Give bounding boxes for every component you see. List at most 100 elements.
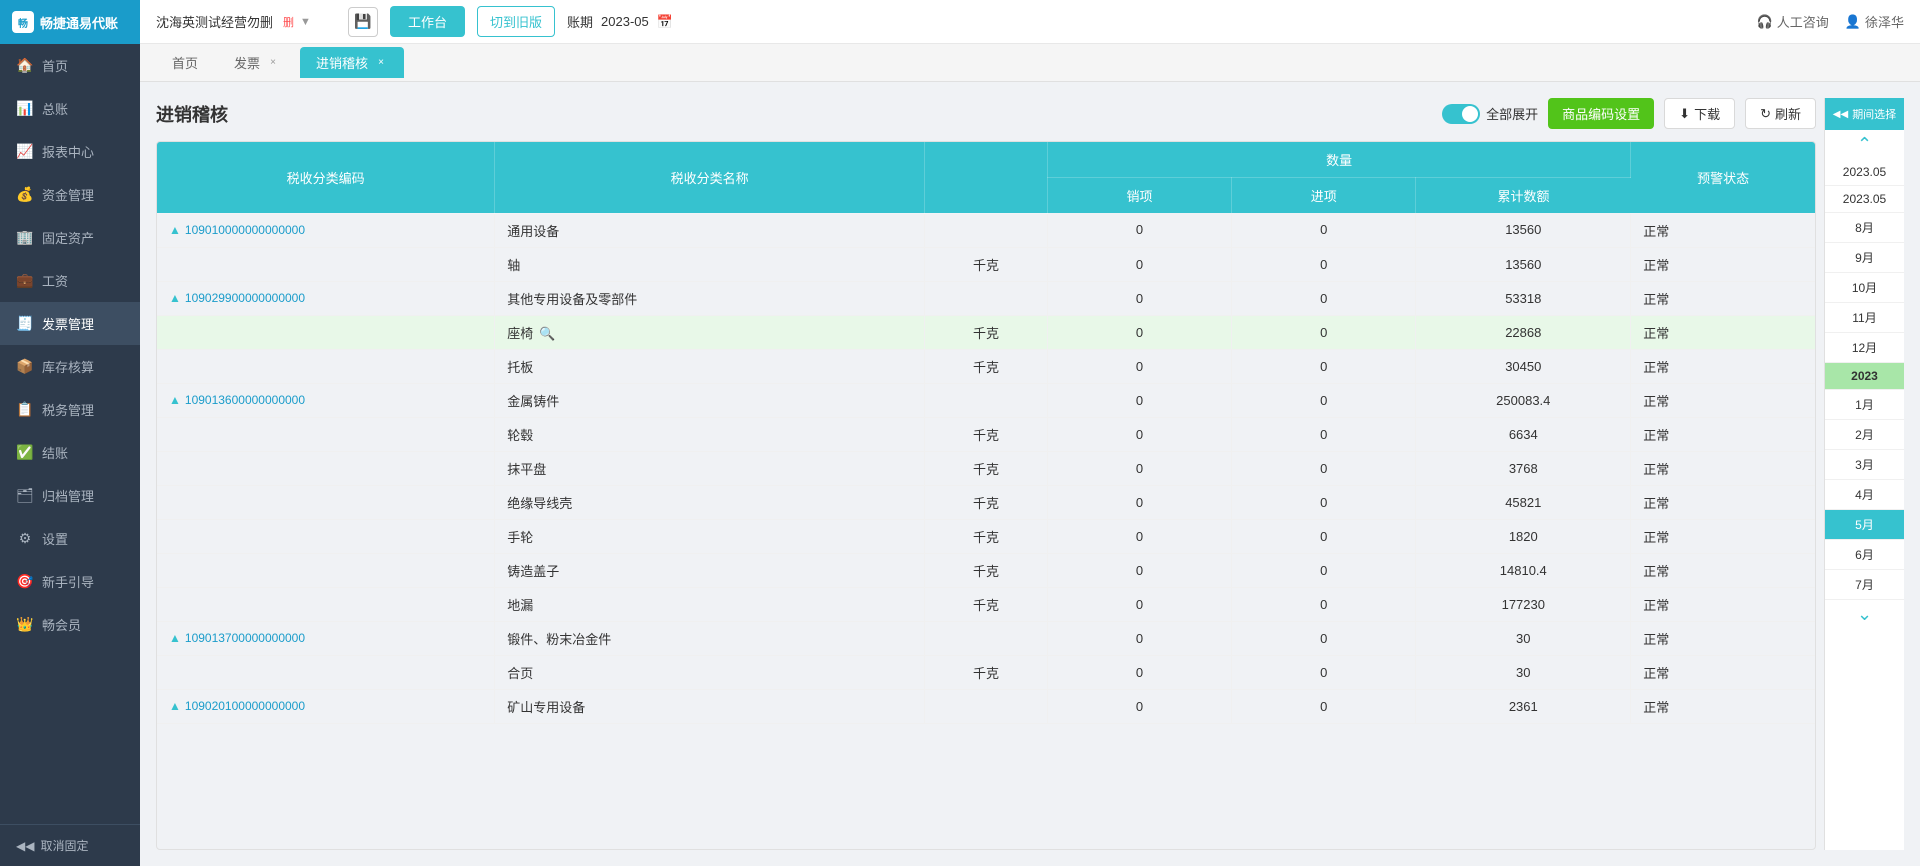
sidebar-item-funds[interactable]: 💰 资金管理: [0, 173, 140, 216]
period-item[interactable]: 2023.05: [1825, 159, 1904, 186]
data-table: 税收分类编码 税收分类名称 数量 预警状态 销项 进项 累计数额: [157, 142, 1815, 724]
sidebar-item-assets[interactable]: 🏢 固定资产: [0, 216, 140, 259]
child-code-cell: [157, 655, 495, 689]
child-status-cell: 正常: [1631, 587, 1815, 621]
tab-invoice[interactable]: 发票 ×: [218, 47, 296, 78]
save-icon: 💾: [354, 13, 371, 30]
child-purchase-cell: 0: [1232, 417, 1416, 451]
sidebar-item-member[interactable]: 👑 畅会员: [0, 603, 140, 646]
period-display: 账期 2023-05 📅: [567, 12, 673, 31]
collapse-left-icon[interactable]: ◀◀: [1833, 109, 1848, 120]
period-panel-title: 期间选择: [1852, 106, 1896, 122]
period-item[interactable]: 7月: [1825, 570, 1904, 600]
child-total-cell: 30: [1416, 655, 1631, 689]
child-purchase-cell: 0: [1232, 519, 1416, 553]
tab-invoice-label: 发票: [234, 53, 260, 72]
search-icon[interactable]: 🔍: [539, 326, 555, 341]
toggle-all-switch[interactable]: [1442, 104, 1480, 124]
child-sales-cell: 0: [1047, 655, 1231, 689]
sidebar-item-label: 工资: [42, 271, 68, 290]
workbench-button[interactable]: 工作台: [390, 6, 465, 37]
save-button[interactable]: 💾: [348, 7, 378, 37]
group-unit-cell: [925, 281, 1048, 315]
child-purchase-cell: 0: [1232, 315, 1416, 349]
period-item[interactable]: 2月: [1825, 420, 1904, 450]
app-name: 畅捷通易代账: [40, 13, 118, 32]
period-item[interactable]: 12月: [1825, 333, 1904, 363]
period-item[interactable]: 11月: [1825, 303, 1904, 333]
sidebar-item-guide[interactable]: 🎯 新手引导: [0, 560, 140, 603]
group-total-cell: 2361: [1416, 689, 1631, 723]
period-item[interactable]: 8月: [1825, 213, 1904, 243]
sidebar-item-inventory[interactable]: 📦 库存核算: [0, 345, 140, 388]
child-name-cell: 绝缘导线壳: [495, 485, 925, 519]
user-menu[interactable]: 👤 徐泽华: [1845, 12, 1904, 31]
download-button[interactable]: ⬇ 下载: [1664, 98, 1735, 129]
child-unit-cell: 千克: [925, 247, 1048, 281]
sidebar-item-label: 畅会员: [42, 615, 81, 634]
service-button[interactable]: 🎧 人工咨询: [1757, 12, 1829, 31]
period-value: 2023-05: [601, 14, 649, 29]
refresh-button[interactable]: ↻ 刷新: [1745, 98, 1816, 129]
sidebar-item-label: 资金管理: [42, 185, 94, 204]
sidebar-item-label: 发票管理: [42, 314, 94, 333]
page-container: 进销稽核 全部展开 商品编码设置 ⬇ 下载 ↻ 刷新: [156, 98, 1816, 850]
period-item[interactable]: 6月: [1825, 540, 1904, 570]
period-nav-up[interactable]: ⌃: [1825, 130, 1904, 159]
company-selector[interactable]: 沈海英测试经营勿删 删 ▼: [156, 12, 336, 31]
sidebar-item-archive[interactable]: 🗂 归档管理: [0, 474, 140, 517]
content-area: 进销稽核 全部展开 商品编码设置 ⬇ 下载 ↻ 刷新: [140, 82, 1920, 866]
period-item[interactable]: 5月: [1825, 510, 1904, 540]
col-status: 预警状态: [1631, 142, 1815, 213]
period-item[interactable]: 1月: [1825, 390, 1904, 420]
calendar-icon[interactable]: 📅: [657, 14, 673, 30]
group-total-cell: 250083.4: [1416, 383, 1631, 417]
sidebar-item-settlement[interactable]: ✅ 结账: [0, 431, 140, 474]
child-status-cell: 正常: [1631, 451, 1815, 485]
sidebar-item-invoice[interactable]: 🧾 发票管理: [0, 302, 140, 345]
product-code-button[interactable]: 商品编码设置: [1548, 98, 1654, 129]
tab-home[interactable]: 首页: [156, 47, 214, 78]
data-table-container: 税收分类编码 税收分类名称 数量 预警状态 销项 进项 累计数额: [156, 141, 1816, 850]
child-sales-cell: 0: [1047, 451, 1231, 485]
period-item[interactable]: 2023: [1825, 363, 1904, 390]
group-purchase-cell: 0: [1232, 213, 1416, 247]
group-code-cell: ▲109020100000000000: [157, 689, 495, 723]
right-period-panel: ◀◀ 期间选择 ⌃2023.052023.058月9月10月11月12月2023…: [1824, 98, 1904, 850]
toggle-all-control: 全部展开: [1442, 104, 1538, 124]
sidebar-item-payroll[interactable]: 💼 工资: [0, 259, 140, 302]
tab-reconcile[interactable]: 进销稽核 ×: [300, 47, 404, 78]
period-item[interactable]: 2023.05: [1825, 186, 1904, 213]
sidebar-unpin-button[interactable]: ◀◀ 取消固定: [0, 824, 140, 866]
sidebar-item-reports[interactable]: 📈 报表中心: [0, 130, 140, 173]
tab-invoice-close[interactable]: ×: [266, 56, 280, 70]
period-item[interactable]: 3月: [1825, 450, 1904, 480]
period-item[interactable]: 10月: [1825, 273, 1904, 303]
group-code-cell: ▲109013700000000000: [157, 621, 495, 655]
period-panel-header: ◀◀ 期间选择: [1825, 98, 1904, 130]
child-name-cell: 托板: [495, 349, 925, 383]
topbar-right: 🎧 人工咨询 👤 徐泽华: [1757, 12, 1904, 31]
switch-version-button[interactable]: 切到旧版: [477, 6, 555, 37]
sidebar-item-tax[interactable]: 📋 税务管理: [0, 388, 140, 431]
child-status-cell: 正常: [1631, 485, 1815, 519]
sidebar-item-label: 新手引导: [42, 572, 94, 591]
settings-icon: ⚙: [16, 530, 34, 547]
period-nav-down[interactable]: ⌄: [1825, 600, 1904, 629]
child-code-cell: [157, 417, 495, 451]
child-status-cell: 正常: [1631, 315, 1815, 349]
period-list: ⌃2023.052023.058月9月10月11月12月20231月2月3月4月…: [1825, 130, 1904, 850]
child-code-cell: [157, 451, 495, 485]
period-item[interactable]: 9月: [1825, 243, 1904, 273]
headset-icon: 🎧: [1757, 14, 1773, 30]
sidebar-item-settings[interactable]: ⚙ 设置: [0, 517, 140, 560]
sidebar-item-ledger[interactable]: 📊 总账: [0, 87, 140, 130]
tab-reconcile-close[interactable]: ×: [374, 56, 388, 70]
payroll-icon: 💼: [16, 272, 34, 289]
sidebar-item-home[interactable]: 🏠 首页: [0, 44, 140, 87]
period-item[interactable]: 4月: [1825, 480, 1904, 510]
child-sales-cell: 0: [1047, 247, 1231, 281]
child-sales-cell: 0: [1047, 349, 1231, 383]
col-tax-name: 税收分类名称: [495, 142, 925, 213]
group-purchase-cell: 0: [1232, 689, 1416, 723]
